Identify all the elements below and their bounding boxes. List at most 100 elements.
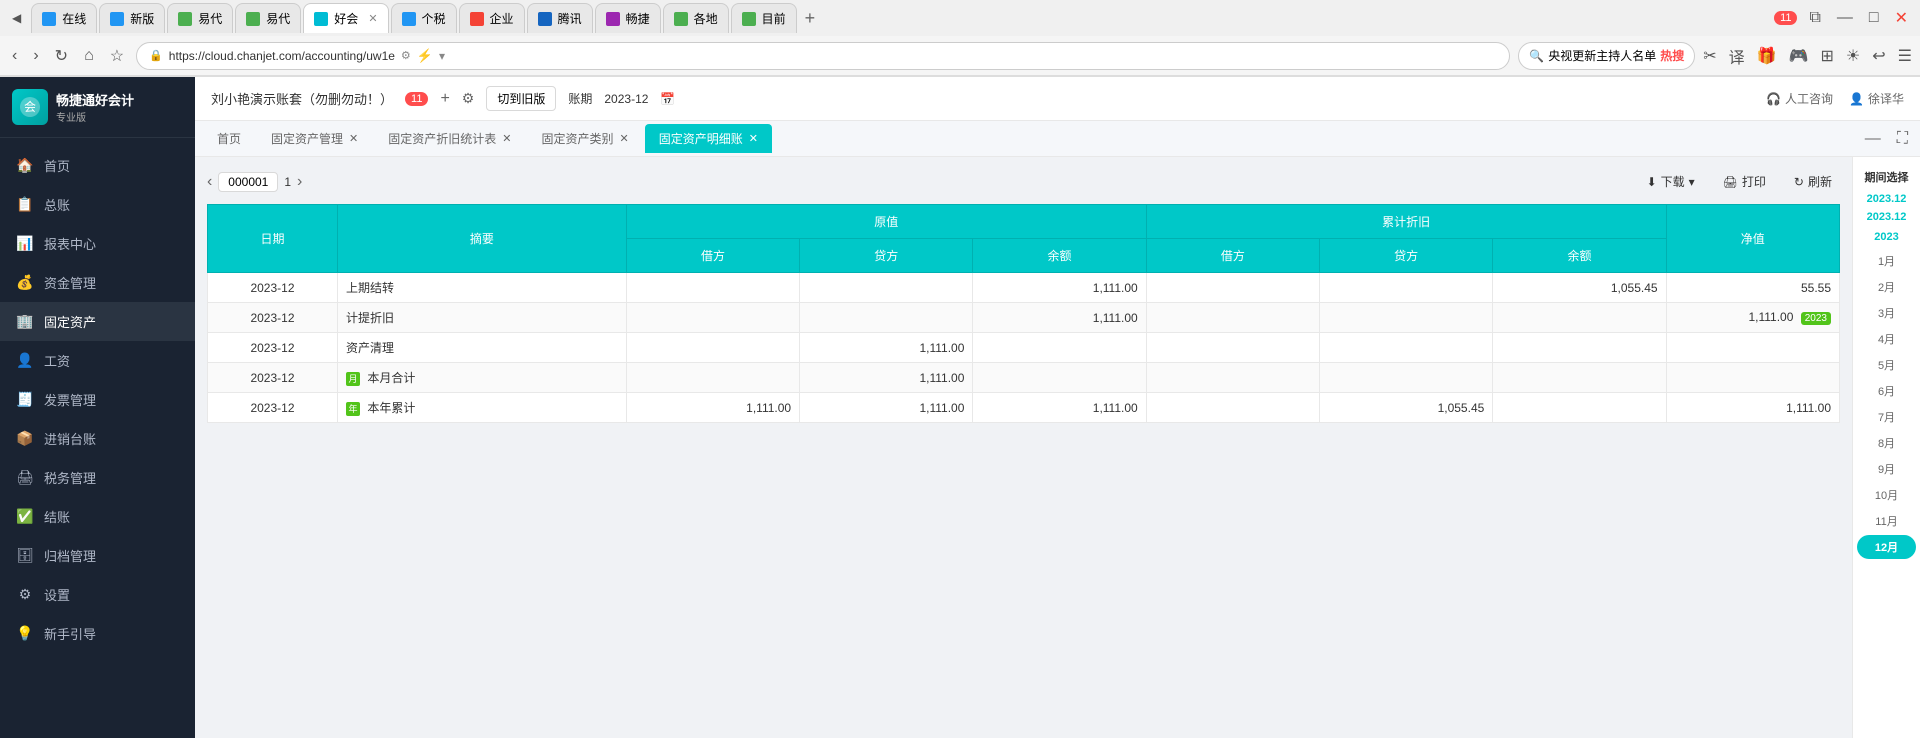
minimize-btn[interactable]: —: [1833, 5, 1857, 31]
tab-企业[interactable]: 企业: [459, 3, 525, 33]
page-tab-asset-detail[interactable]: 固定资产明细账 ✕: [645, 124, 772, 153]
inventory-icon: 📦: [16, 430, 34, 448]
page-tab-home[interactable]: 首页: [203, 124, 255, 153]
prev-page-btn[interactable]: ‹: [207, 173, 212, 191]
period-month-9[interactable]: 9月: [1857, 457, 1916, 481]
tab-在线[interactable]: 在线: [31, 3, 97, 33]
tab-好会[interactable]: 好会 ✕: [303, 3, 388, 33]
period-month-5[interactable]: 5月: [1857, 353, 1916, 377]
address-input[interactable]: 🔒 https://cloud.chanjet.com/accounting/u…: [136, 42, 1510, 70]
sidebar-item-fixed-assets[interactable]: 🏢 固定资产: [0, 302, 195, 341]
browser-back-btn[interactable]: ◀: [8, 7, 25, 29]
tab-新版[interactable]: 新版: [99, 3, 165, 33]
scissors-icon[interactable]: ✂: [1703, 46, 1716, 66]
sidebar-item-archive-mgmt[interactable]: 🗄 归档管理: [0, 536, 195, 575]
cell-orig-debit-2: [626, 333, 799, 363]
period-month-7[interactable]: 7月: [1857, 405, 1916, 429]
period-month-1[interactable]: 1月: [1857, 249, 1916, 273]
tab-各地[interactable]: 各地: [663, 3, 729, 33]
sidebar-item-general-ledger[interactable]: 📋 总账: [0, 185, 195, 224]
account-settings-btn[interactable]: ⚙: [462, 90, 475, 107]
reward-icon[interactable]: 🎁: [1757, 46, 1777, 66]
maximize-tab-btn[interactable]: ⛶: [1893, 126, 1912, 152]
year-icon: 年: [346, 402, 360, 416]
period-month-6[interactable]: 6月: [1857, 379, 1916, 403]
sidebar-item-invoice-mgmt[interactable]: 🧾 发票管理: [0, 380, 195, 419]
sidebar-item-report-center[interactable]: 📊 报表中心: [0, 224, 195, 263]
sidebar-item-home[interactable]: 🏠 首页: [0, 146, 195, 185]
switch-version-btn[interactable]: 切到旧版: [486, 86, 556, 111]
page-tab-asset-detail-close[interactable]: ✕: [749, 132, 758, 145]
tab-畅捷[interactable]: 畅捷: [595, 3, 661, 33]
undo-icon[interactable]: ↩: [1872, 46, 1885, 66]
period-month-2[interactable]: 2月: [1857, 275, 1916, 299]
download-btn[interactable]: ⬇ 下载 ▾: [1639, 169, 1703, 194]
sidebar-item-settlement[interactable]: ✅ 结账: [0, 497, 195, 536]
page-tab-depreciation-stats[interactable]: 固定资产折旧统计表 ✕: [374, 124, 525, 153]
sidebar-item-fund-mgmt[interactable]: 💰 资金管理: [0, 263, 195, 302]
page-tab-asset-category-close[interactable]: ✕: [620, 132, 629, 145]
payroll-icon: 👤: [16, 352, 34, 370]
tab-个税[interactable]: 个税: [391, 3, 457, 33]
reload-btn[interactable]: ↻: [51, 42, 72, 70]
download-dropdown-icon[interactable]: ▾: [1689, 175, 1695, 189]
tab-易代2[interactable]: 易代: [235, 3, 301, 33]
period-month-10[interactable]: 10月: [1857, 483, 1916, 507]
cell-accum-balance-1: [1493, 303, 1666, 333]
report-icon: 📊: [16, 235, 34, 253]
maximize-btn[interactable]: □: [1865, 5, 1883, 31]
page-tab-depreciation-stats-close[interactable]: ✕: [502, 132, 511, 145]
page-number-input[interactable]: [218, 172, 278, 192]
new-tab-btn[interactable]: +: [799, 8, 822, 29]
calendar-icon[interactable]: 📅: [660, 92, 675, 106]
menu-icon[interactable]: ☰: [1898, 46, 1912, 66]
user-btn[interactable]: 👤 徐译华: [1849, 90, 1904, 107]
sidebar-item-tax-mgmt[interactable]: 🖨 税务管理: [0, 458, 195, 497]
table-row: 2023-12 月 本月合计 1,111.00: [208, 363, 1840, 393]
period-month-11[interactable]: 11月: [1857, 509, 1916, 533]
grid-icon[interactable]: ⊞: [1821, 46, 1834, 66]
period-month-4[interactable]: 4月: [1857, 327, 1916, 351]
back-btn[interactable]: ‹: [8, 43, 21, 69]
bookmark-btn[interactable]: ☆: [106, 42, 128, 70]
search-box[interactable]: 🔍 央视更新主持人名单 热搜: [1518, 42, 1695, 70]
restore-btn[interactable]: ⧉: [1805, 5, 1824, 31]
sidebar-item-payroll[interactable]: 👤 工资: [0, 341, 195, 380]
tab-close-好会[interactable]: ✕: [368, 12, 377, 25]
sidebar-item-inventory[interactable]: 📦 进销台账: [0, 419, 195, 458]
period-year-label[interactable]: 2023: [1857, 227, 1916, 247]
game-icon[interactable]: 🎮: [1789, 46, 1809, 66]
period-month-3[interactable]: 3月: [1857, 301, 1916, 325]
close-browser-btn[interactable]: ✕: [1891, 4, 1912, 32]
tab-目前[interactable]: 目前: [731, 3, 797, 33]
sun-icon[interactable]: ☀: [1846, 46, 1860, 66]
page-tab-fixed-asset-mgmt-close[interactable]: ✕: [349, 132, 358, 145]
period-month-8[interactable]: 8月: [1857, 431, 1916, 455]
ledger-content: ‹ 1 › ⬇ 下载 ▾ 🖨 打印: [195, 157, 1852, 738]
period-month-12[interactable]: 12月: [1857, 535, 1916, 559]
tab-腾讯[interactable]: 腾讯: [527, 3, 593, 33]
page-tab-asset-category[interactable]: 固定资产类别 ✕: [527, 124, 642, 153]
settings-icon: ⚙: [16, 586, 34, 604]
add-account-btn[interactable]: +: [440, 90, 449, 108]
home-nav-btn[interactable]: ⌂: [80, 43, 98, 69]
print-btn[interactable]: 🖨 打印: [1715, 169, 1774, 194]
page-tab-fixed-asset-mgmt[interactable]: 固定资产管理 ✕: [257, 124, 372, 153]
sidebar-item-settings[interactable]: ⚙ 设置: [0, 575, 195, 614]
sidebar-item-beginner-guide[interactable]: 💡 新手引导: [0, 614, 195, 653]
cell-orig-credit-3: 1,111.00: [800, 363, 973, 393]
minimize-tab-btn[interactable]: —: [1861, 126, 1885, 152]
tab-易代1[interactable]: 易代: [167, 3, 233, 33]
page-tab-depreciation-stats-label: 固定资产折旧统计表: [388, 130, 496, 147]
translate-icon[interactable]: 译: [1729, 44, 1745, 68]
dropdown-icon[interactable]: ▾: [439, 49, 445, 63]
forward-btn[interactable]: ›: [29, 43, 42, 69]
lightning-icon: ⚡: [417, 48, 433, 64]
cell-date-0: 2023-12: [208, 273, 338, 303]
period-label: 账期: [568, 90, 592, 107]
pagination-right: ⬇ 下载 ▾ 🖨 打印 ↻ 刷新: [1639, 169, 1840, 194]
ssl-icon: 🔒: [149, 49, 163, 62]
next-page-btn[interactable]: ›: [297, 173, 302, 191]
refresh-btn[interactable]: ↻ 刷新: [1786, 169, 1840, 194]
service-btn[interactable]: 🎧 人工咨询: [1766, 90, 1833, 107]
